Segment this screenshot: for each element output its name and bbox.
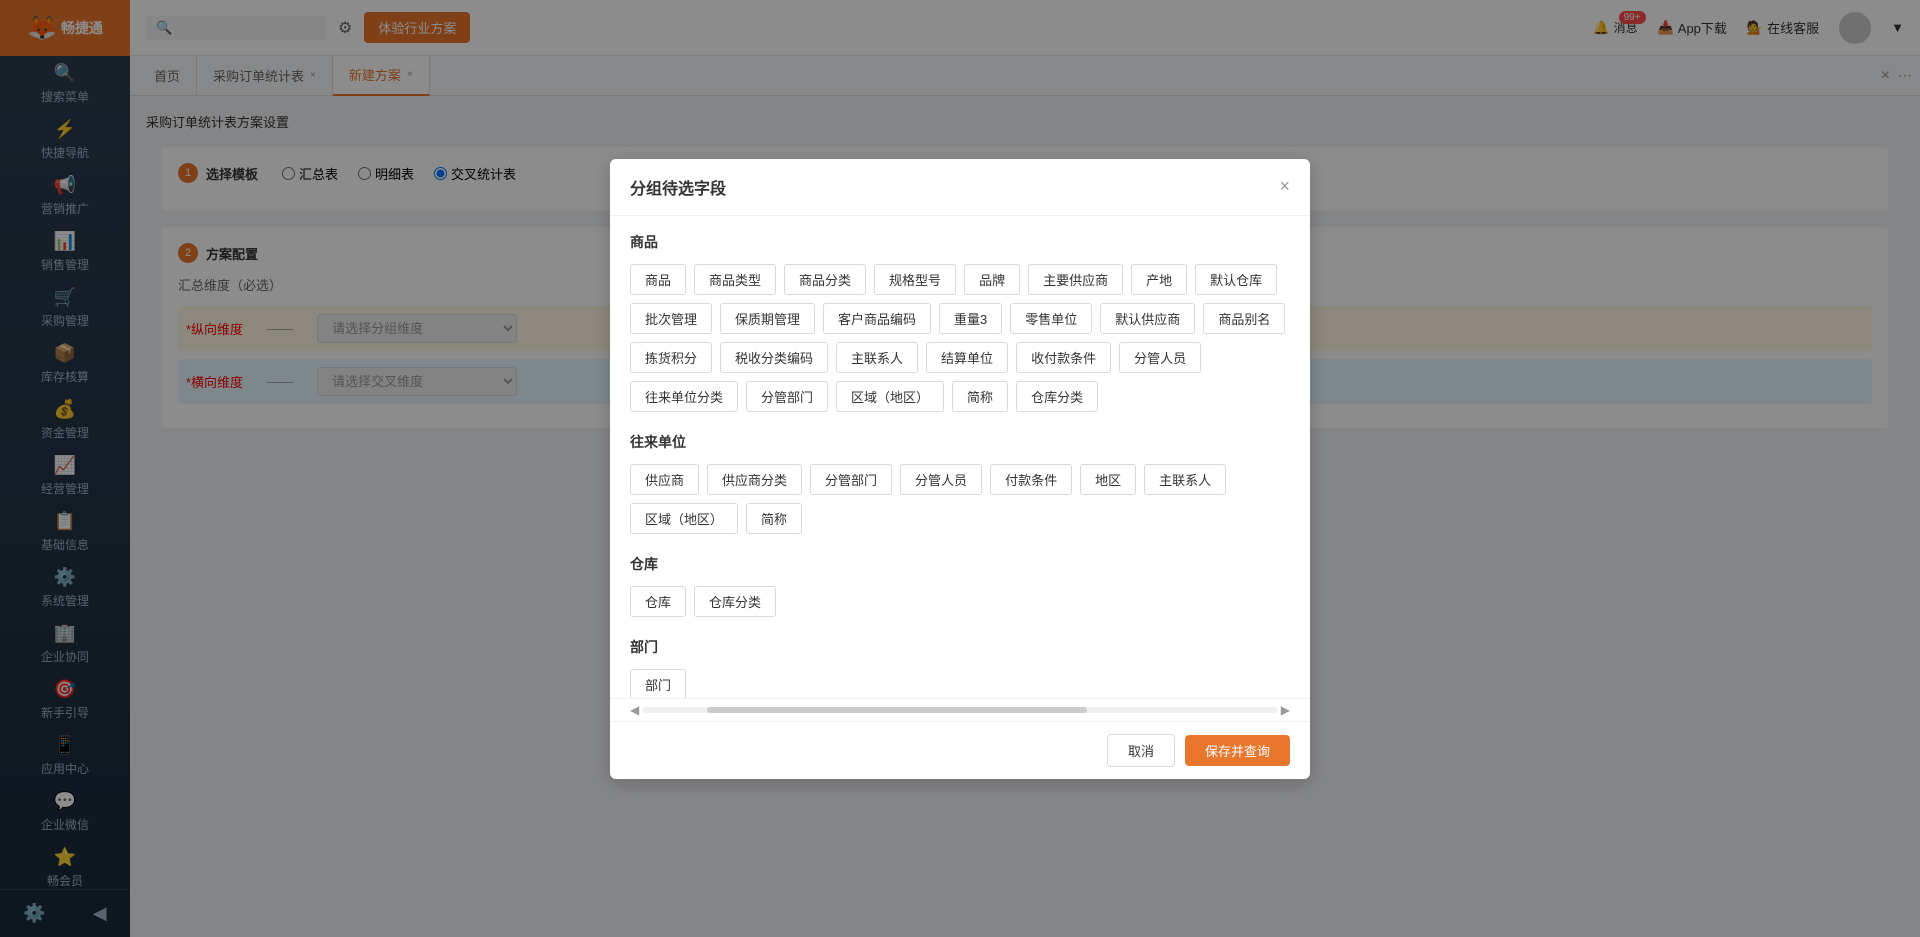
partner-field-tags: 供应商 供应商分类 分管部门 分管人员 付款条件 地区 主联系人 区域（地区） … <box>630 464 1290 534</box>
field-tag-warehouse[interactable]: 仓库 <box>630 586 686 617</box>
scroll-thumb <box>707 707 1087 713</box>
field-tag-manage-dept[interactable]: 分管部门 <box>746 381 828 412</box>
field-tag-wh-category[interactable]: 仓库分类 <box>694 586 776 617</box>
field-tag-alias[interactable]: 商品别名 <box>1203 303 1285 334</box>
field-tag-supplier[interactable]: 供应商 <box>630 464 699 495</box>
modal-header: 分组待选字段 × <box>610 159 1310 216</box>
field-tag-weight[interactable]: 重量3 <box>939 303 1002 334</box>
modal-close-button[interactable]: × <box>1279 176 1290 197</box>
field-tag-tax-code[interactable]: 税收分类编码 <box>720 342 828 373</box>
field-tag-main-supplier[interactable]: 主要供应商 <box>1028 264 1123 295</box>
field-tag-short-name[interactable]: 简称 <box>952 381 1008 412</box>
field-tag-dept[interactable]: 部门 <box>630 669 686 698</box>
modal-title: 分组待选字段 <box>630 175 726 199</box>
field-tag-manage-dept2[interactable]: 分管部门 <box>810 464 892 495</box>
field-tag-manage-person2[interactable]: 分管人员 <box>900 464 982 495</box>
modal-dialog: 分组待选字段 × 商品 商品 商品类型 商品分类 规格型号 品牌 主要供应商 产… <box>610 159 1310 779</box>
modal-scrollbar-area: ◀ ▶ <box>610 698 1310 721</box>
field-tag-pick-pts[interactable]: 拣货积分 <box>630 342 712 373</box>
field-group-dept: 部门 部门 <box>630 637 1290 698</box>
field-tag-main-contact2[interactable]: 主联系人 <box>1144 464 1226 495</box>
field-tag-spec[interactable]: 规格型号 <box>874 264 956 295</box>
field-tag-manager[interactable]: 分管人员 <box>1119 342 1201 373</box>
field-tag-payment-terms[interactable]: 收付款条件 <box>1016 342 1111 373</box>
field-tag-area[interactable]: 区域（地区） <box>836 381 944 412</box>
modal-footer: 取消 保存并查询 <box>610 721 1310 779</box>
modal-save-button[interactable]: 保存并查询 <box>1185 735 1290 766</box>
product-field-tags: 商品 商品类型 商品分类 规格型号 品牌 主要供应商 产地 默认仓库 批次管理 … <box>630 264 1290 412</box>
field-tag-wh-cat[interactable]: 仓库分类 <box>1016 381 1098 412</box>
dept-group-title: 部门 <box>630 637 1290 657</box>
field-tag-retail-unit[interactable]: 零售单位 <box>1010 303 1092 334</box>
field-tag-main-contact[interactable]: 主联系人 <box>836 342 918 373</box>
field-tag-area2[interactable]: 区域（地区） <box>630 503 738 534</box>
field-tag-supplier-cat[interactable]: 供应商分类 <box>707 464 802 495</box>
field-tag-brand[interactable]: 品牌 <box>964 264 1020 295</box>
modal-body: 商品 商品 商品类型 商品分类 规格型号 品牌 主要供应商 产地 默认仓库 批次… <box>610 216 1310 698</box>
field-group-warehouse: 仓库 仓库 仓库分类 <box>630 554 1290 617</box>
warehouse-group-title: 仓库 <box>630 554 1290 574</box>
scroll-right-arrow[interactable]: ▶ <box>1281 703 1290 717</box>
field-tag-settle-unit[interactable]: 结算单位 <box>926 342 1008 373</box>
product-group-title: 商品 <box>630 232 1290 252</box>
field-tag-region[interactable]: 地区 <box>1080 464 1136 495</box>
field-tag-short-name2[interactable]: 简称 <box>746 503 802 534</box>
field-tag-product-cat[interactable]: 商品分类 <box>784 264 866 295</box>
field-tag-product-type[interactable]: 商品类型 <box>694 264 776 295</box>
partner-group-title: 往来单位 <box>630 432 1290 452</box>
field-tag-def-supplier[interactable]: 默认供应商 <box>1100 303 1195 334</box>
field-tag-origin[interactable]: 产地 <box>1131 264 1187 295</box>
field-group-partner: 往来单位 供应商 供应商分类 分管部门 分管人员 付款条件 地区 主联系人 区域… <box>630 432 1290 534</box>
field-tag-batch[interactable]: 批次管理 <box>630 303 712 334</box>
warehouse-field-tags: 仓库 仓库分类 <box>630 586 1290 617</box>
field-tag-payment-cond[interactable]: 付款条件 <box>990 464 1072 495</box>
dept-field-tags: 部门 <box>630 669 1290 698</box>
horizontal-scrollbar[interactable] <box>643 707 1277 713</box>
field-tag-customer-code[interactable]: 客户商品编码 <box>823 303 931 334</box>
field-group-product: 商品 商品 商品类型 商品分类 规格型号 品牌 主要供应商 产地 默认仓库 批次… <box>630 232 1290 412</box>
field-tag-quality[interactable]: 保质期管理 <box>720 303 815 334</box>
scroll-left-arrow[interactable]: ◀ <box>630 703 639 717</box>
field-tag-product[interactable]: 商品 <box>630 264 686 295</box>
modal-cancel-button[interactable]: 取消 <box>1107 734 1175 767</box>
field-tag-from-unit-cat[interactable]: 往来单位分类 <box>630 381 738 412</box>
field-tag-default-wh[interactable]: 默认仓库 <box>1195 264 1277 295</box>
